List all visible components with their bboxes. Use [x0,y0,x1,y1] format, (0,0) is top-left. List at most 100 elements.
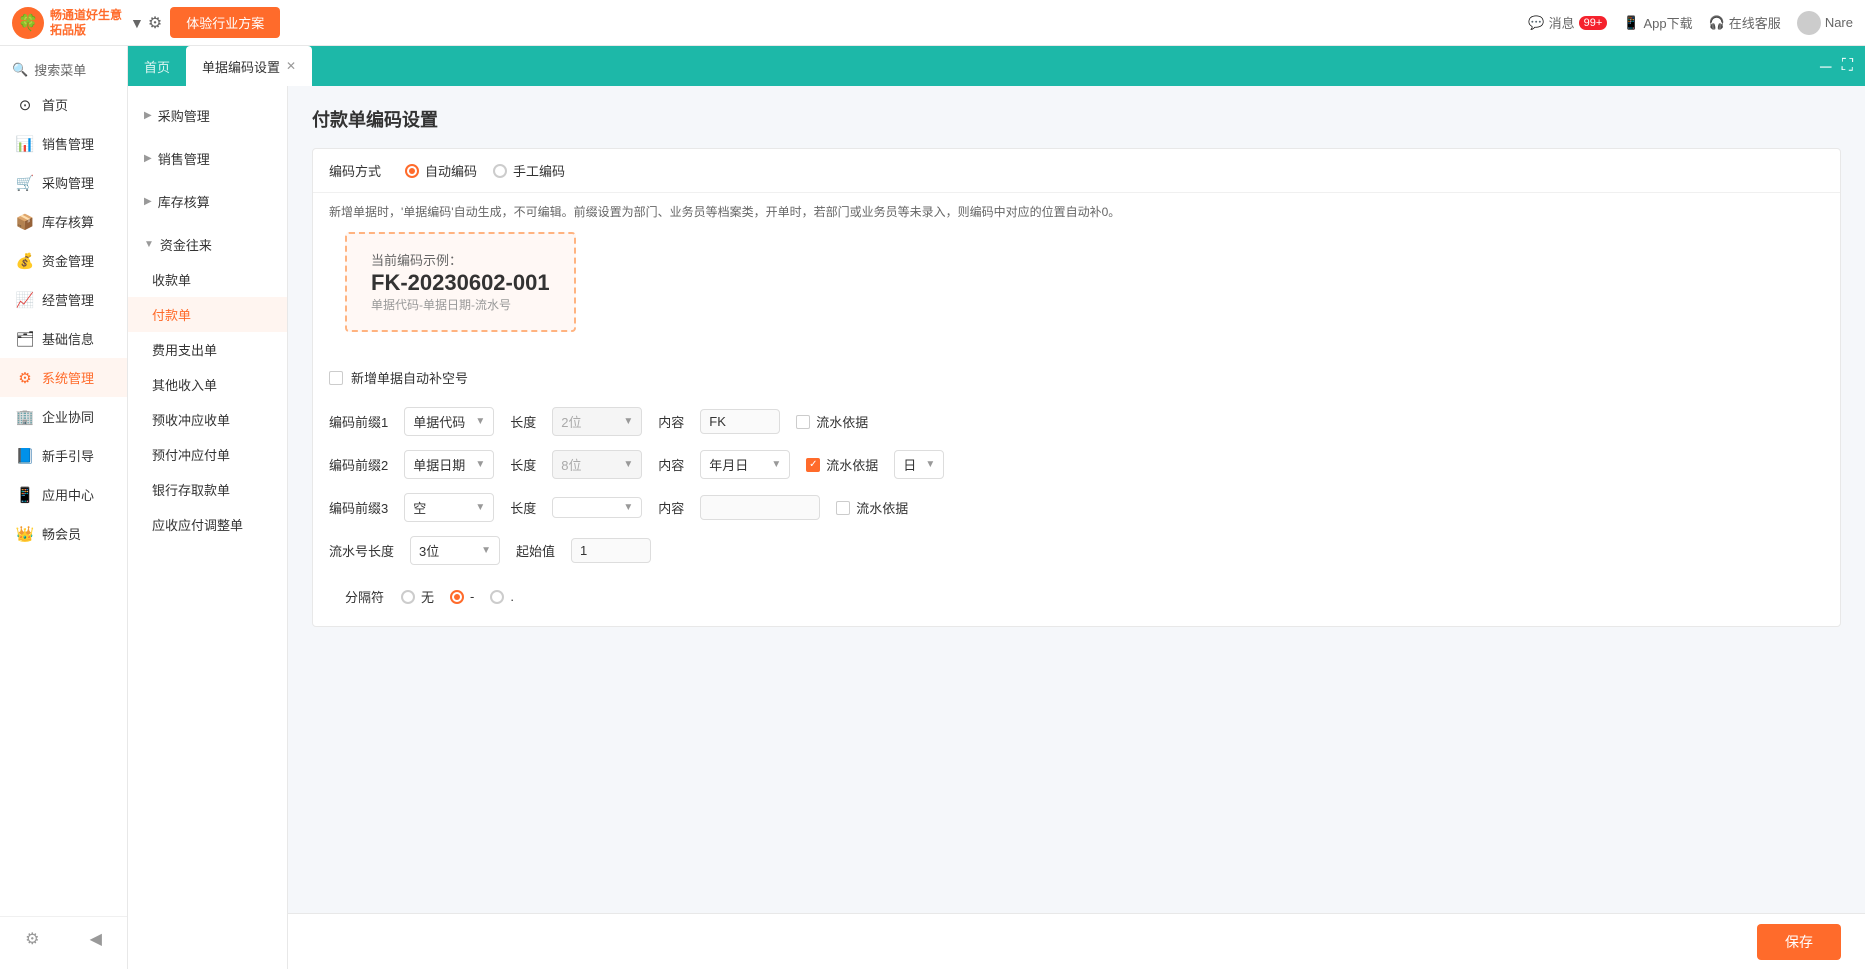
prefix3-label: 编码前缀3 [329,498,388,517]
group-sales-label: 销售管理 [158,149,210,168]
serial-length-row: 流水号长度 3位 ▼ 起始值 [329,536,1824,565]
length1-select[interactable]: 2位 ▼ [552,407,642,436]
length2-select[interactable]: 8位 ▼ [552,450,642,479]
start-value-input[interactable] [571,538,651,563]
message-label: 消息 [1549,13,1575,32]
sidebar-item-member-label: 畅会员 [42,524,81,543]
sidebar-item-qita[interactable]: 其他收入单 [128,367,287,402]
sidebar-item-yingshou[interactable]: 应收应付调整单 [128,507,287,542]
auto-encode-radio[interactable]: 自动编码 [405,161,477,180]
search-menu-btn[interactable]: 🔍 搜索菜单 [0,54,127,85]
sidebar-item-guide[interactable]: 📘 新手引导 [0,436,127,475]
group-funds-header[interactable]: ▼ 资金往来 [128,227,287,262]
content1-input[interactable] [700,409,780,434]
group-inventory-header[interactable]: ▶ 库存核算 [128,184,287,219]
tab-bar: 首页 单据编码设置 ✕ － ⛶ [128,46,1865,86]
sep-none[interactable]: 无 [401,587,434,606]
dropdown-arrow-icon[interactable]: ▼ [130,15,144,31]
sidebar-item-apps[interactable]: 📱 应用中心 [0,475,127,514]
sep-dash-radio[interactable] [450,590,464,604]
sidebar-item-sales[interactable]: 📊 销售管理 [0,124,127,163]
serial3-checkbox[interactable] [836,501,850,515]
service-btn[interactable]: 🎧 在线客服 [1709,13,1781,32]
app-label: App下载 [1643,13,1692,32]
top-container: 首页 单据编码设置 ✕ － ⛶ ▶ 采购管理 [128,46,1865,969]
sidebar-item-member[interactable]: 👑 畅会员 [0,514,127,553]
sep-dash[interactable]: - [450,589,474,604]
form-section: 编码前缀1 单据代码 ▼ 长度 2位 ▼ 内容 [313,395,1840,626]
serial2-period-select[interactable]: 日 ▼ [894,450,944,479]
sidebar-item-operation[interactable]: 📈 经营管理 [0,280,127,319]
sidebar-item-shoukuan[interactable]: 收款单 [128,262,287,297]
group-purchase-header[interactable]: ▶ 采购管理 [128,98,287,133]
sidebar-collapse-btn[interactable]: ◀ [82,925,110,953]
sep-none-radio[interactable] [401,590,415,604]
second-sidebar: ▶ 采购管理 ▶ 销售管理 ▶ 库存核算 [128,86,288,969]
app-download-btn[interactable]: 📱 App下载 [1623,13,1692,32]
industry-btn[interactable]: 体验行业方案 [170,7,280,38]
settings-icon[interactable]: ⚙ [148,13,162,33]
sidebar-item-purchase[interactable]: 🛒 采购管理 [0,163,127,202]
tab-home[interactable]: 首页 [128,46,186,86]
manual-encode-radio-btn[interactable] [493,164,507,178]
message-btn[interactable]: 💬 消息 99+ [1528,13,1607,32]
purchase-icon: 🛒 [16,174,34,192]
content-wrapper: ▶ 采购管理 ▶ 销售管理 ▶ 库存核算 [128,86,1865,969]
content3-input[interactable] [700,495,820,520]
group-sales: ▶ 销售管理 [128,137,287,180]
group-purchase-arrow: ▶ [144,110,152,121]
auto-fill-row: 新增单据自动补空号 [313,360,1840,395]
serial1-checkbox[interactable] [796,415,810,429]
group-sales-arrow: ▶ [144,153,152,164]
group-funds: ▼ 资金往来 收款单 付款单 费用支出单 其他收入单 预收冲应收单 预付冲应付单… [128,223,287,546]
separator-row: 分隔符 无 - [329,579,1824,614]
sidebar-item-basic[interactable]: 🗂 基础信息 [0,319,127,358]
sidebar-item-system[interactable]: ⚙ 系统管理 [0,358,127,397]
auto-fill-checkbox[interactable] [329,371,343,385]
sidebar-bottom: ⚙ ◀ [0,916,127,961]
serial2-label: 流水依据 [826,455,878,474]
group-sales-header[interactable]: ▶ 销售管理 [128,141,287,176]
content1-label: 内容 [658,412,684,431]
content2-value: 年月日 [709,455,748,474]
tab-encoding[interactable]: 单据编码设置 ✕ [186,46,312,86]
sidebar-item-apps-label: 应用中心 [42,485,94,504]
manual-encode-radio[interactable]: 手工编码 [493,161,565,180]
prefix1-arrow-icon: ▼ [475,416,485,427]
sidebar-item-purchase-label: 采购管理 [42,173,94,192]
serial-length-select[interactable]: 3位 ▼ [410,536,500,565]
prefix1-select[interactable]: 单据代码 ▼ [404,407,494,436]
sidebar-item-feiyong[interactable]: 费用支出单 [128,332,287,367]
sidebar-item-inventory[interactable]: 📦 库存核算 [0,202,127,241]
serial2-checkbox[interactable]: ✓ [806,458,820,472]
system-icon: ⚙ [16,369,34,387]
prefix2-select[interactable]: 单据日期 ▼ [404,450,494,479]
serial3-checkbox-group: 流水依据 [836,498,908,517]
content2-select[interactable]: 年月日 ▼ [700,450,790,479]
save-button[interactable]: 保存 [1757,924,1841,960]
content2-arrow-icon: ▼ [771,459,781,470]
sep-dot-radio[interactable] [490,590,504,604]
sep-dot[interactable]: . [490,589,514,604]
content3-label: 内容 [658,498,684,517]
sidebar-item-home[interactable]: ⊙ 首页 [0,85,127,124]
sidebar-item-yuchong-fu[interactable]: 预付冲应付单 [128,437,287,472]
prefix3-select[interactable]: 空 ▼ [404,493,494,522]
top-bar-nav: ▼ ⚙ [130,13,162,33]
auto-encode-radio-btn[interactable] [405,164,419,178]
sidebar-item-operation-label: 经营管理 [42,290,94,309]
sidebar-settings-btn[interactable]: ⚙ [17,925,47,953]
tab-minimize-icon[interactable]: － [1818,54,1834,78]
sidebar-item-enterprise[interactable]: 🏢 企业协同 [0,397,127,436]
tab-close-icon[interactable]: ✕ [286,59,296,73]
enterprise-icon: 🏢 [16,408,34,426]
user-info[interactable]: Nare [1797,11,1853,35]
sidebar-item-yuchong-ying[interactable]: 预收冲应收单 [128,402,287,437]
tab-maximize-icon[interactable]: ⛶ [1842,57,1853,75]
sidebar-item-fukuan[interactable]: 付款单 [128,297,287,332]
finance-icon: 💰 [16,252,34,270]
sidebar-item-yinhang[interactable]: 银行存取款单 [128,472,287,507]
encode-method-row: 编码方式 自动编码 手工编码 [313,149,1840,193]
sidebar-item-finance[interactable]: 💰 资金管理 [0,241,127,280]
length3-select[interactable]: ▼ [552,497,642,518]
